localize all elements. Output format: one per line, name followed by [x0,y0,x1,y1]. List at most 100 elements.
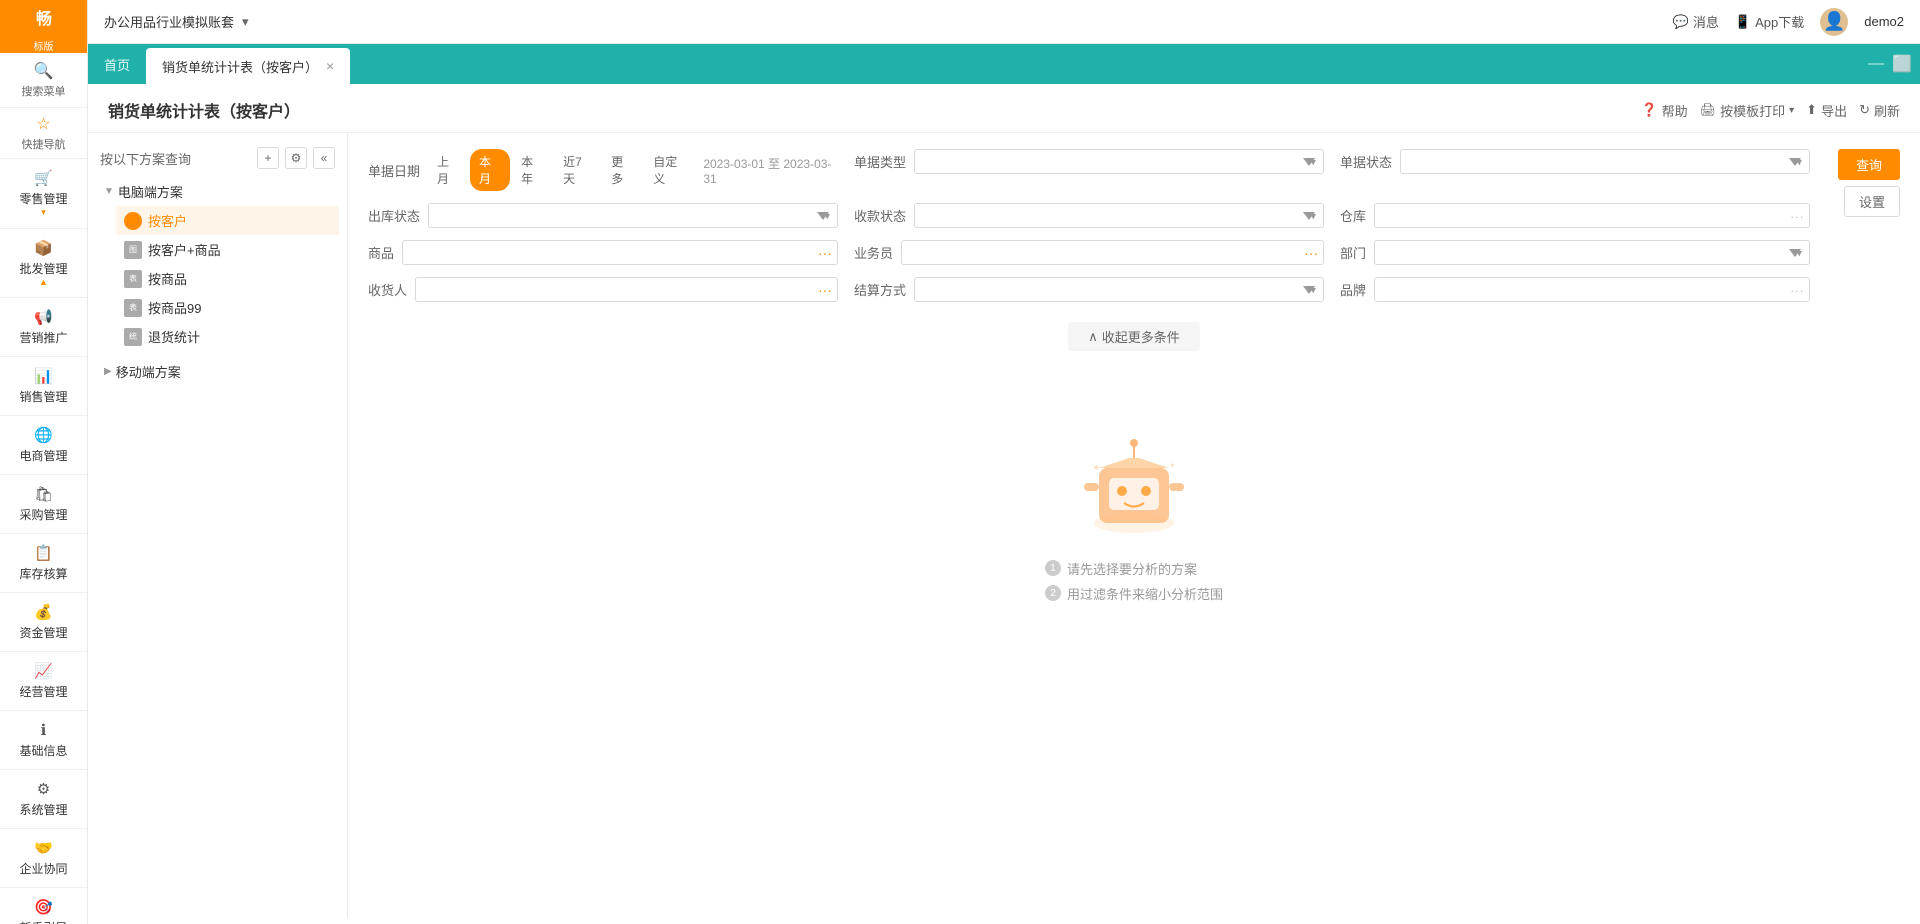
query-buttons: 查询 设置 [1826,149,1900,310]
goods-input[interactable] [402,240,838,265]
date-tab-7days[interactable]: 近7天 [554,149,600,191]
sidebar-item-collab[interactable]: 🤝 企业协同 [0,829,87,888]
app-logo[interactable]: 畅 标版 [0,0,88,53]
refresh-label: 刷新 [1874,101,1900,120]
settings-button[interactable]: 设置 [1844,186,1900,217]
message-button[interactable]: 💬 消息 [1673,12,1719,31]
warehouse-dots[interactable]: ··· [1790,208,1804,224]
sidebar-item-inventory[interactable]: 📋 库存核算 [0,534,87,593]
edit-scheme-button[interactable]: ⚙ [285,147,307,169]
sidebar-item-retail[interactable]: 🛒 零售管理 ▾ [0,159,87,229]
page-title: 销货单统计计表（按客户） [108,98,300,122]
tree-child-by-customer[interactable]: 按客户 [116,206,339,235]
left-panel-actions: + ⚙ « [257,147,335,169]
newbie-label: 新手引导 [19,919,67,924]
collapse-icon: ∧ [1088,329,1098,345]
sidebar-item-wholesale[interactable]: 📦 批发管理 ▲ [0,229,87,298]
settlement-label: 结算方式 [854,280,906,299]
sidebar-item-operations[interactable]: 📈 经营管理 [0,652,87,711]
tab-home[interactable]: 首页 [88,44,146,84]
tree-child-by-customer-goods[interactable]: 图 按客户+商品 [116,235,339,264]
fold-panel-button[interactable]: « [313,147,335,169]
tree-parent-mobile[interactable]: ▶ 移动端方案 [96,357,339,386]
brand-dots[interactable]: ··· [1790,282,1804,298]
out-status-label: 出库状态 [368,206,420,225]
sidebar-item-quicknav[interactable]: ☆ 快捷导航 [0,108,87,159]
settings-icon: ⚙ [291,151,302,165]
sidebar-item-newbie[interactable]: 🎯 新手引导 [0,888,87,924]
salesperson-input[interactable] [901,240,1324,265]
svg-text:✦: ✦ [1092,463,1100,474]
salesperson-label: 业务员 [854,243,893,262]
voucher-type-select[interactable] [914,149,1324,174]
purchase-label: 采购管理 [19,506,67,523]
tree-section: ▼ 电脑端方案 按客户 图 按客户+商品 [88,177,347,386]
avatar[interactable]: 👤 [1820,8,1848,36]
add-scheme-button[interactable]: + [257,147,279,169]
purchase-icon: 🛍 [34,485,53,503]
empty-tip-2: 2 用过滤条件来缩小分析范围 [1045,584,1223,603]
avatar-image: 👤 [1823,11,1845,32]
empty-state: ✦ ✦ 1 请先选择要分析的方案 2 用过滤条件来缩小分析范围 [368,363,1900,669]
ecommerce-icon: 🌐 [34,426,53,444]
date-tab-last-month[interactable]: 上月 [428,149,468,191]
receipt-status-control: ▾ [914,203,1324,228]
tree-child-label-customer: 按客户 [148,211,187,230]
sidebar-item-marketing[interactable]: 📢 营销推广 [0,298,87,357]
brand-input[interactable] [1374,277,1810,302]
tab-close-button[interactable]: × [326,58,334,74]
left-panel-header: 按以下方案查询 + ⚙ « [88,143,347,177]
goods-label: 商品 [368,243,394,262]
page-header: 销货单统计计表（按客户） ❓ 帮助 🖨 按模板打印 ▾ ⬆ 导出 ↻ 刷新 [88,84,1920,133]
minimize-button[interactable]: — [1868,55,1884,73]
department-control: ▾ [1374,240,1810,265]
receiver-dots[interactable]: ··· [818,282,832,298]
tree-child-label-cg: 按客户+商品 [148,240,221,259]
tab-report[interactable]: 销货单统计计表（按客户） × [146,48,350,84]
export-button[interactable]: ⬆ 导出 [1806,101,1847,120]
tree-parent-pc[interactable]: ▼ 电脑端方案 [96,177,339,206]
sidebar-item-finance[interactable]: 💰 资金管理 [0,593,87,652]
tree-child-by-goods[interactable]: 表 按商品 [116,264,339,293]
collapse-button[interactable]: ∧ 收起更多条件 [1068,322,1200,351]
topbar-dropdown[interactable]: ▾ [242,14,249,30]
settlement-select[interactable] [914,277,1324,302]
receiver-filter: 收货人 ··· [368,277,838,302]
username[interactable]: demo2 [1864,14,1904,29]
export-icon: ⬆ [1806,102,1817,118]
left-panel-title: 按以下方案查询 [100,149,191,168]
message-icon: 💬 [1673,14,1689,30]
topbar-right: 💬 消息 📱 App下载 👤 demo2 [1673,8,1904,36]
voucher-status-select[interactable] [1400,149,1810,174]
sidebar-item-system[interactable]: ⚙ 系统管理 [0,770,87,829]
date-tab-this-year[interactable]: 本年 [512,149,552,191]
app-download-button[interactable]: 📱 App下载 [1735,12,1804,31]
goods-dots[interactable]: ··· [818,245,832,261]
maximize-button[interactable]: ⬜ [1892,54,1912,74]
date-tab-more[interactable]: 更多 [602,149,642,191]
receiver-input[interactable] [415,277,838,302]
inventory-label: 库存核算 [19,565,67,582]
sidebar-item-purchase[interactable]: 🛍 采购管理 [0,475,87,534]
date-tab-custom[interactable]: 自定义 [644,149,695,191]
department-select[interactable] [1374,240,1810,265]
tree-child-by-goods99[interactable]: 表 按商品99 [116,293,339,322]
tree-child-returns[interactable]: 统 退货统计 [116,322,339,351]
salesperson-dots[interactable]: ··· [1304,245,1318,261]
query-button[interactable]: 查询 [1838,149,1900,180]
print-button[interactable]: 🖨 按模板打印 ▾ [1700,101,1795,120]
empty-illustration: ✦ ✦ [1074,423,1194,543]
sidebar-item-sales[interactable]: 📊 销售管理 [0,357,87,416]
out-status-control: ▾ [428,203,838,228]
receipt-status-select[interactable] [914,203,1324,228]
sidebar-item-ecommerce[interactable]: 🌐 电商管理 [0,416,87,475]
filters-area: 单据日期 上月 本月 本年 近7天 更多 自定义 2023-03-01 至 20… [368,149,1810,310]
date-tab-this-month[interactable]: 本月 [470,149,510,191]
warehouse-input[interactable] [1374,203,1810,228]
help-button[interactable]: ❓ 帮助 [1641,101,1687,120]
sidebar-item-search[interactable]: 🔍 搜索菜单 [0,53,87,108]
refresh-button[interactable]: ↻ 刷新 [1859,101,1900,120]
sidebar-item-basics[interactable]: ℹ 基础信息 [0,711,87,770]
out-status-select[interactable] [428,203,838,228]
tree-parent-mobile-label: 移动端方案 [116,362,181,381]
